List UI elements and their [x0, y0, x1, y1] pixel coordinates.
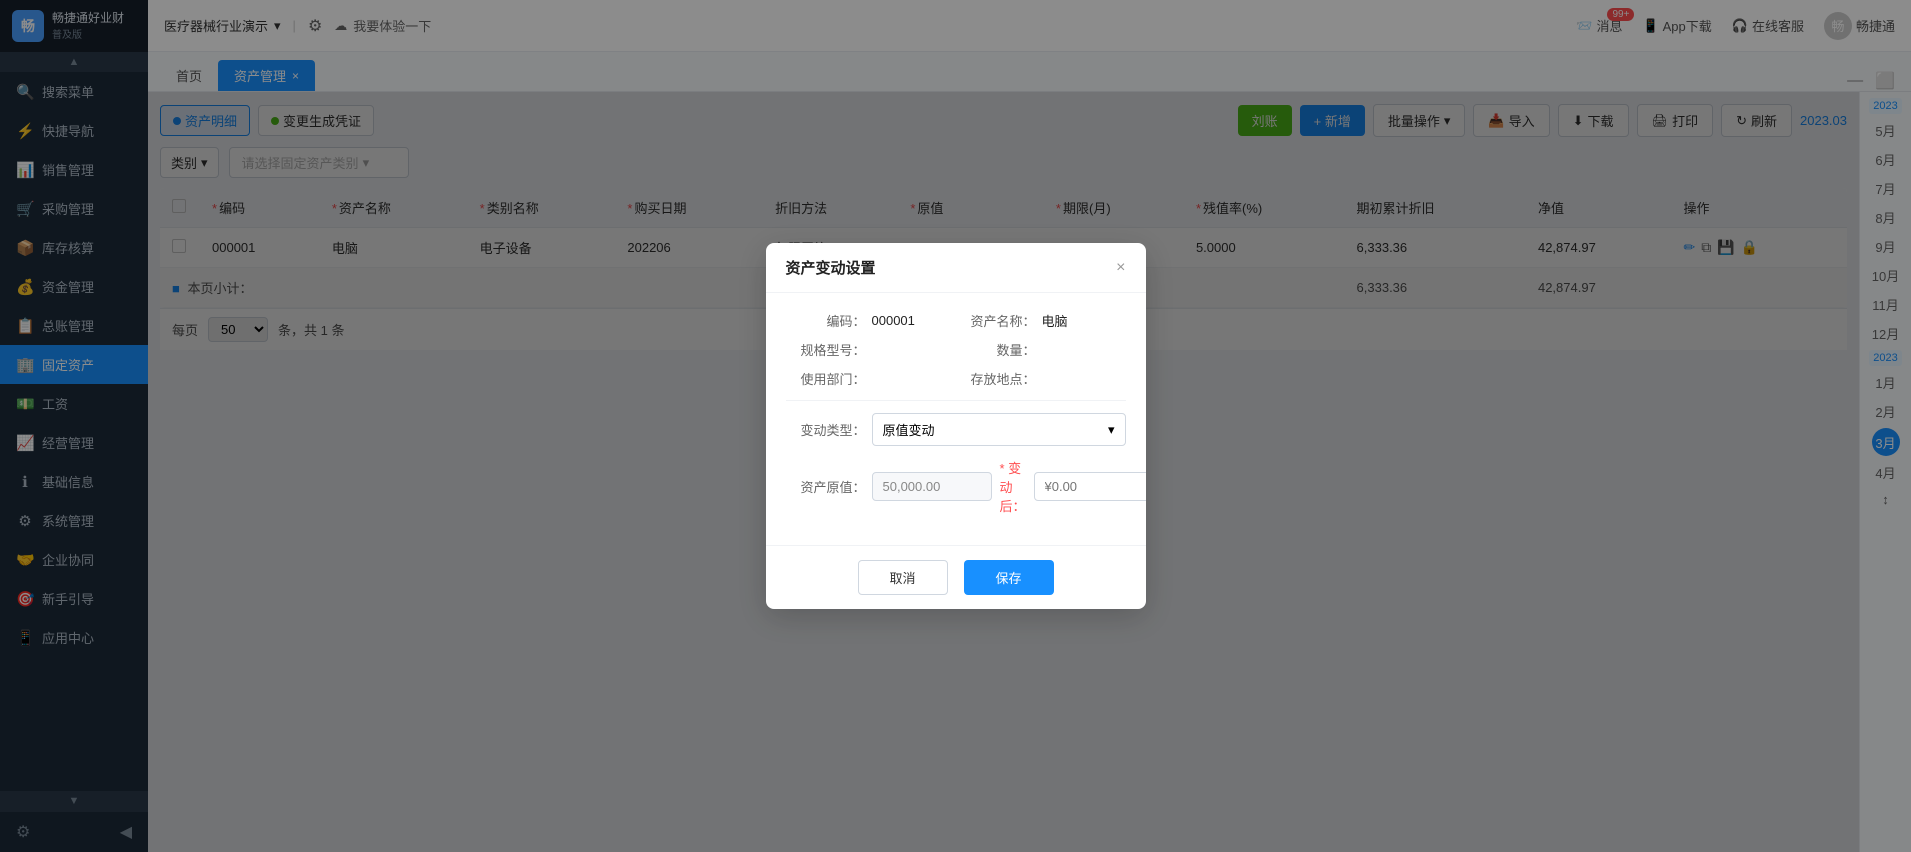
after-change-label: * 变动后：: [1000, 458, 1026, 515]
modal-footer: 取消 保存: [766, 545, 1146, 609]
modal-body: 编码： 000001 资产名称： 电脑 规格型号： 数量： 使用部门： 存放地点…: [766, 293, 1146, 545]
qty-label: 数量：: [956, 340, 1036, 359]
modal-row-code-name: 编码： 000001 资产名称： 电脑: [786, 311, 1126, 330]
modal-row-spec-qty: 规格型号： 数量：: [786, 340, 1126, 359]
asset-change-modal: 资产变动设置 × 编码： 000001 资产名称： 电脑 规格型号： 数量： 使…: [766, 243, 1146, 609]
change-type-select[interactable]: 原值变动 ▾: [872, 413, 1126, 446]
spec-label: 规格型号：: [786, 340, 866, 359]
change-type-dropdown-icon: ▾: [1108, 422, 1115, 438]
after-change-input[interactable]: [1034, 472, 1146, 501]
modal-row-value-change: 资产原值： * 变动后：: [786, 458, 1126, 515]
location-label: 存放地点：: [956, 369, 1036, 388]
modal-row-dept-location: 使用部门： 存放地点：: [786, 369, 1126, 388]
modal-overlay: 资产变动设置 × 编码： 000001 资产名称： 电脑 规格型号： 数量： 使…: [0, 0, 1911, 852]
modal-row-change-type: 变动类型： 原值变动 ▾: [786, 413, 1126, 446]
save-button[interactable]: 保存: [964, 560, 1054, 595]
modal-title: 资产变动设置: [786, 257, 876, 278]
asset-name-value: 电脑: [1042, 311, 1126, 330]
asset-name-label: 资产名称：: [956, 311, 1036, 330]
dept-label: 使用部门：: [786, 369, 866, 388]
change-type-value: 原值变动: [883, 420, 935, 439]
modal-divider: [786, 400, 1126, 401]
modal-header: 资产变动设置 ×: [766, 243, 1146, 293]
change-type-label: 变动类型：: [786, 420, 866, 439]
cancel-button[interactable]: 取消: [858, 560, 948, 595]
modal-close-btn[interactable]: ×: [1116, 259, 1125, 277]
code-value: 000001: [872, 313, 956, 328]
original-value-input: [872, 472, 992, 501]
code-label: 编码：: [786, 311, 866, 330]
original-value-label: 资产原值：: [786, 477, 866, 496]
